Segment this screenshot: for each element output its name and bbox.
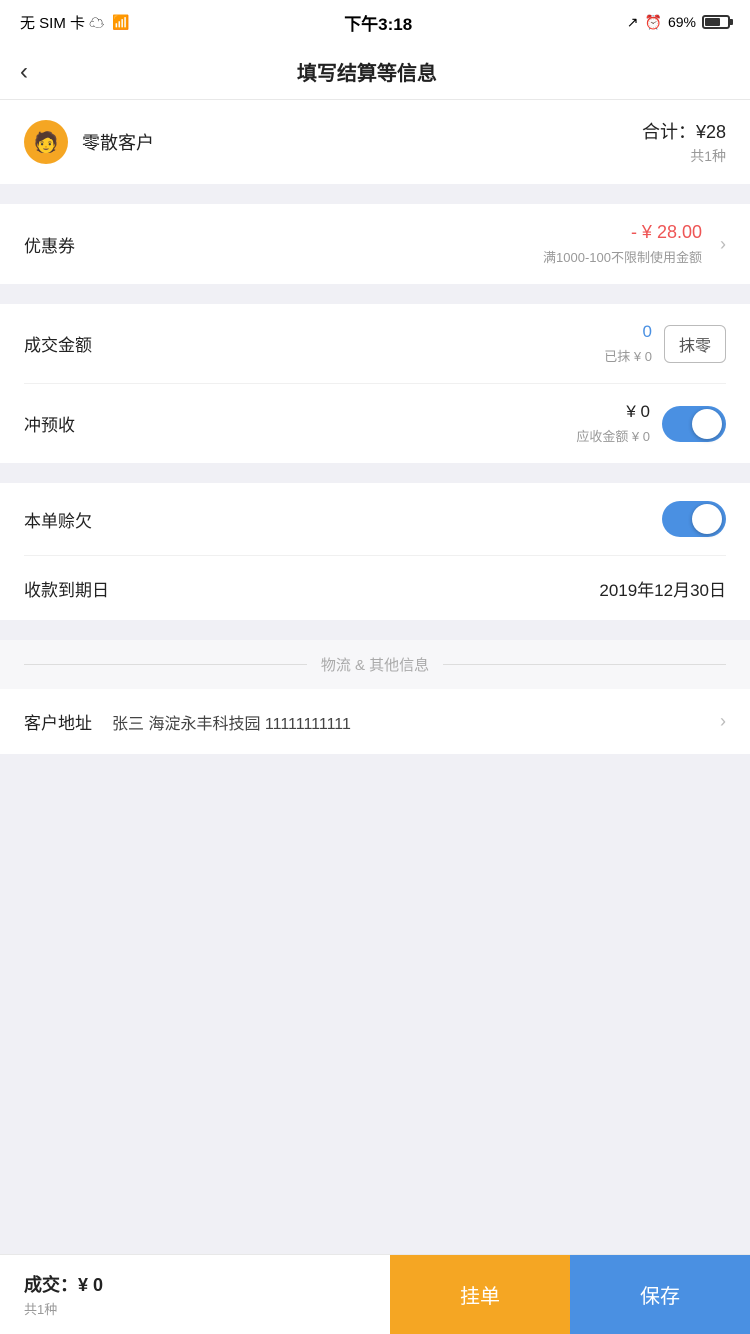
divider-line-left — [24, 664, 307, 665]
mozero-button[interactable]: 抹零 — [664, 325, 726, 363]
queqian-toggle-knob — [692, 504, 722, 534]
deal-amount-value: 0 — [643, 322, 652, 342]
address-value: 张三 海淀永丰科技园 11111111111 — [112, 710, 700, 734]
page-title: 填写结算等信息 — [48, 57, 686, 86]
toggle-knob — [692, 409, 722, 439]
chong-yushou-label: 冲预收 — [24, 411, 75, 436]
pending-button[interactable]: 挂单 — [390, 1255, 570, 1334]
chong-yushou-toggle[interactable] — [662, 406, 726, 442]
coupon-section[interactable]: 优惠券 - ¥ 28.00 满1000-100不限制使用金额 › — [0, 204, 750, 284]
location-icon: ↗ — [627, 14, 639, 31]
back-button[interactable]: ‹ — [20, 58, 28, 86]
customer-name: 零散客户 — [82, 129, 154, 155]
bottom-deal-label: 成交： — [24, 1275, 78, 1295]
customer-right: 合计：¥28 共1种 — [642, 118, 726, 166]
battery-icon — [702, 15, 730, 29]
coupon-right: - ¥ 28.00 满1000-100不限制使用金额 › — [543, 222, 726, 266]
wifi-icon: 📶 — [112, 14, 129, 31]
status-left: 无 SIM 卡 ☁ 📶 — [20, 12, 130, 33]
alarm-icon: ⏰ — [645, 14, 662, 31]
coupon-value-col: - ¥ 28.00 满1000-100不限制使用金额 — [543, 222, 702, 266]
chong-yushou-sub: 应收金额 ¥ 0 — [576, 426, 650, 445]
deal-amount-value-col: 0 已抹 ¥ 0 — [604, 322, 652, 365]
due-date-row: 收款到期日 2019年12月30日 — [0, 556, 750, 620]
status-time: 下午3:18 — [344, 10, 412, 35]
avatar-icon: 🧑 — [34, 130, 59, 155]
bottom-bar: 成交：¥ 0 共1种 挂单 保存 — [0, 1254, 750, 1334]
coupon-discount: - ¥ 28.00 — [631, 222, 702, 243]
deal-amount-right: 0 已抹 ¥ 0 抹零 — [604, 322, 726, 365]
battery-percent: 69% — [668, 14, 696, 30]
sim-label: 无 SIM 卡 ☁ — [20, 12, 104, 33]
chevron-right-icon: › — [720, 234, 726, 255]
deal-amount-label: 成交金额 — [24, 331, 92, 356]
status-right: ↗ ⏰ 69% — [627, 14, 730, 31]
bottom-info: 成交：¥ 0 共1种 — [0, 1271, 390, 1318]
bottom-spacer — [0, 764, 750, 854]
queqian-row: 本单赊欠 — [0, 483, 750, 555]
total-count: 共1种 — [642, 146, 726, 166]
gap2 — [0, 294, 750, 304]
deal-amount-sub: 已抹 ¥ 0 — [604, 346, 652, 365]
bottom-deal-value: ¥ 0 — [78, 1275, 103, 1295]
chong-yushou-right: ¥ 0 应收金额 ¥ 0 — [576, 402, 726, 445]
customer-row: 🧑 零散客户 合计：¥28 共1种 — [0, 100, 750, 184]
bottom-count: 共1种 — [24, 1299, 366, 1318]
transaction-section: 成交金额 0 已抹 ¥ 0 抹零 冲预收 ¥ 0 应收金额 ¥ 0 — [0, 304, 750, 463]
logistics-section-divider: 物流 & 其他信息 — [0, 640, 750, 689]
address-section[interactable]: 客户地址 张三 海淀永丰科技园 11111111111 › — [0, 689, 750, 754]
coupon-row[interactable]: 优惠券 - ¥ 28.00 满1000-100不限制使用金额 › — [0, 204, 750, 284]
due-date-value: 2019年12月30日 — [599, 576, 726, 601]
chong-yushou-row: 冲预收 ¥ 0 应收金额 ¥ 0 — [0, 384, 750, 463]
queqian-section: 本单赊欠 收款到期日 2019年12月30日 — [0, 483, 750, 620]
avatar: 🧑 — [24, 120, 68, 164]
deal-amount-row: 成交金额 0 已抹 ¥ 0 抹零 — [0, 304, 750, 383]
coupon-sub: 满1000-100不限制使用金额 — [543, 247, 702, 266]
chong-yushou-value: ¥ 0 — [626, 402, 650, 422]
due-date-label: 收款到期日 — [24, 576, 109, 601]
queqian-toggle[interactable] — [662, 501, 726, 537]
address-chevron-icon: › — [720, 711, 726, 732]
total-amount: 合计：¥28 — [642, 118, 726, 144]
bottom-deal: 成交：¥ 0 — [24, 1271, 366, 1297]
customer-section: 🧑 零散客户 合计：¥28 共1种 — [0, 100, 750, 184]
address-row[interactable]: 客户地址 张三 海淀永丰科技园 11111111111 › — [0, 689, 750, 754]
chong-yushou-value-col: ¥ 0 应收金额 ¥ 0 — [576, 402, 650, 445]
bottom-actions: 挂单 保存 — [390, 1255, 750, 1334]
address-label: 客户地址 — [24, 709, 92, 734]
gap3 — [0, 473, 750, 483]
status-bar: 无 SIM 卡 ☁ 📶 下午3:18 ↗ ⏰ 69% — [0, 0, 750, 44]
gap1 — [0, 194, 750, 204]
customer-left: 🧑 零散客户 — [24, 120, 154, 164]
gap4 — [0, 630, 750, 640]
divider-line-right — [443, 664, 726, 665]
save-button[interactable]: 保存 — [570, 1255, 750, 1334]
coupon-label: 优惠券 — [24, 232, 75, 257]
nav-bar: ‹ 填写结算等信息 — [0, 44, 750, 100]
queqian-right — [662, 501, 726, 537]
queqian-label: 本单赊欠 — [24, 507, 92, 532]
logistics-divider-text: 物流 & 其他信息 — [321, 654, 429, 675]
